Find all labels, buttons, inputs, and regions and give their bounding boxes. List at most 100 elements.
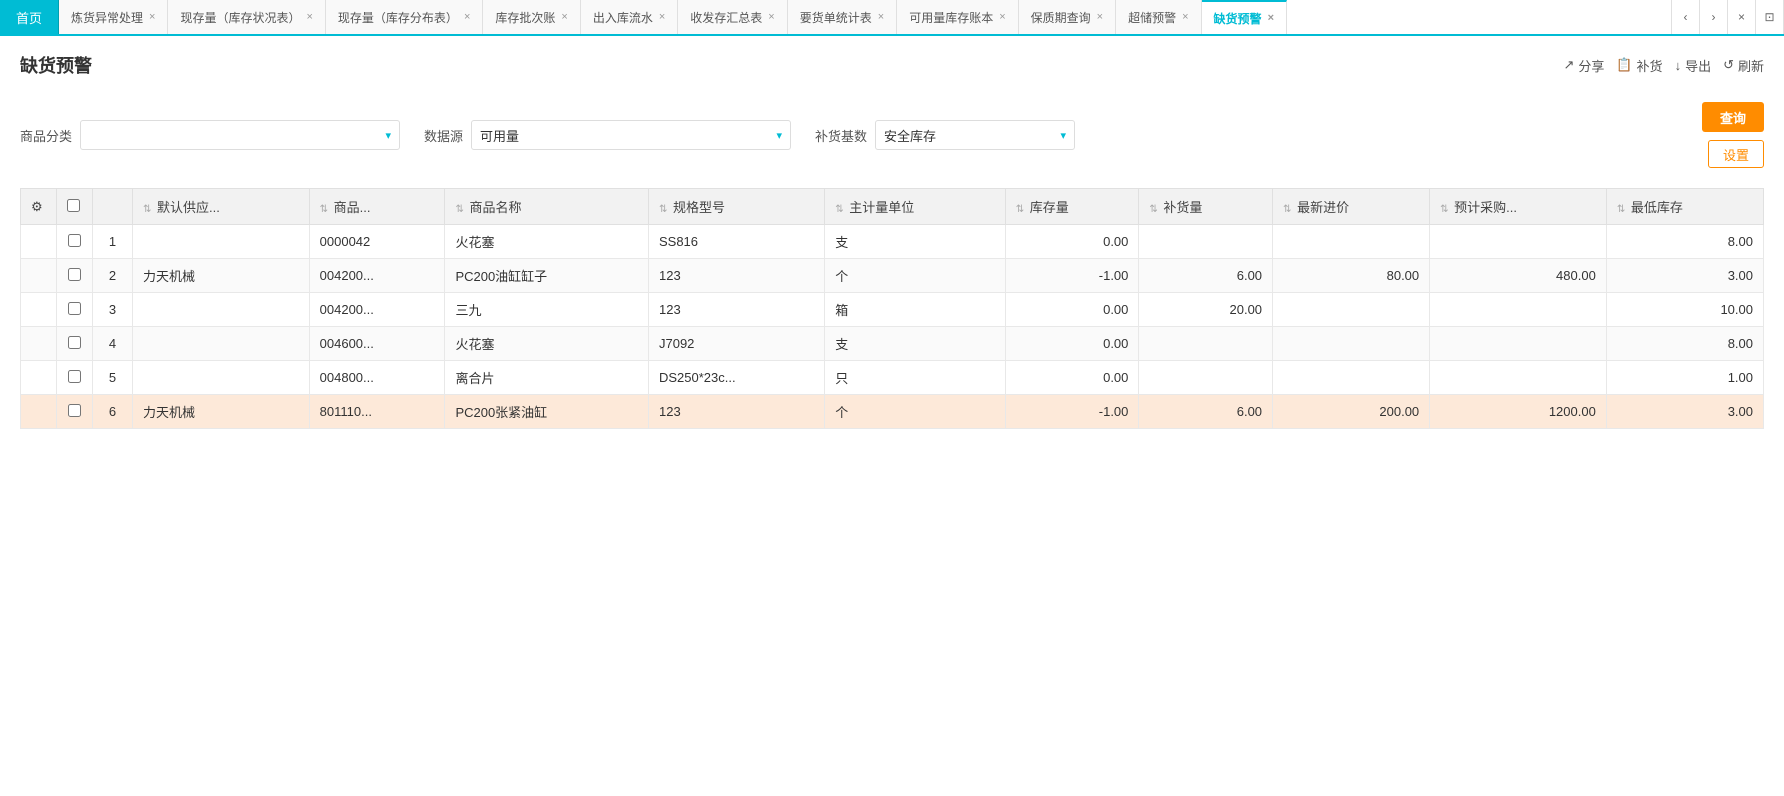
tab-item-8[interactable]: 可用量库存账本 × [897, 0, 1018, 34]
tab-item-1[interactable]: 炼货异常处理 × [59, 0, 168, 34]
tab-label-9: 保质期查询 [1031, 9, 1091, 26]
col-header-unit[interactable]: ⇅ 主计量单位 [825, 189, 1006, 225]
row-spec-4: DS250*23c... [648, 361, 824, 395]
row-num-3: 4 [93, 327, 133, 361]
row-spec-5: 123 [648, 395, 824, 429]
replenish-label: 补货 [1637, 56, 1663, 75]
row-latest-price-0 [1273, 225, 1430, 259]
col-header-est-purchase[interactable]: ⇅ 预计采购... [1430, 189, 1607, 225]
share-button[interactable]: ↗ 分享 [1563, 56, 1604, 75]
row-unit-0: 支 [825, 225, 1006, 259]
category-select[interactable]: ▾ [80, 120, 400, 150]
row-name-4: 离合片 [445, 361, 649, 395]
tab-maxrestore-btn[interactable]: ⊡ [1756, 0, 1784, 34]
tab-close-10[interactable]: × [1182, 11, 1188, 23]
row-code-1: 004200... [309, 259, 445, 293]
col-header-name[interactable]: ⇅ 商品名称 [445, 189, 649, 225]
tab-prev-btn[interactable]: ‹ [1672, 0, 1700, 34]
tab-close-3[interactable]: × [464, 11, 470, 23]
row-min-stock-1: 3.00 [1606, 259, 1763, 293]
tab-label-7: 要货单统计表 [800, 9, 872, 26]
row-min-stock-2: 10.00 [1606, 293, 1763, 327]
tab-close-9[interactable]: × [1097, 11, 1103, 23]
table-row: 1 0000042 火花塞 SS816 支 0.00 8.00 [21, 225, 1764, 259]
tab-item-2[interactable]: 现存量（库存状况表） × [168, 0, 325, 34]
export-button[interactable]: ↓ 导出 [1675, 56, 1712, 75]
row-stock-4: 0.00 [1005, 361, 1139, 395]
refresh-icon: ↺ [1723, 57, 1734, 73]
row-check-2[interactable] [57, 293, 93, 327]
row-stock-2: 0.00 [1005, 293, 1139, 327]
col-header-supplier[interactable]: ⇅ 默认供应... [133, 189, 310, 225]
tab-next-btn[interactable]: › [1700, 0, 1728, 34]
tab-close-6[interactable]: × [768, 11, 774, 23]
row-check-4[interactable] [57, 361, 93, 395]
replenish-button[interactable]: 📋 补货 [1616, 56, 1662, 75]
tab-close-5[interactable]: × [659, 11, 665, 23]
sort-icon-replenish: ⇅ [1149, 204, 1157, 215]
row-num-0: 1 [93, 225, 133, 259]
tab-item-10[interactable]: 超储预警 × [1116, 0, 1201, 34]
sort-icon-spec: ⇅ [659, 204, 667, 215]
tab-close-all-btn[interactable]: × [1728, 0, 1756, 34]
row-latest-price-1: 80.00 [1273, 259, 1430, 293]
settings-button[interactable]: 设置 [1708, 140, 1764, 168]
tab-item-5[interactable]: 出入库流水 × [581, 0, 678, 34]
row-replenish-3 [1139, 327, 1273, 361]
tab-close-1[interactable]: × [149, 11, 155, 23]
row-checkbox-1[interactable] [68, 268, 81, 281]
row-num-4: 5 [93, 361, 133, 395]
row-check-3[interactable] [57, 327, 93, 361]
tab-close-11[interactable]: × [1268, 12, 1274, 24]
page-header: 缺货预警 ↗ 分享 📋 补货 ↓ 导出 ↺ 刷新 [20, 52, 1764, 78]
tab-close-2[interactable]: × [306, 11, 312, 23]
sort-icon-code: ⇅ [320, 204, 328, 215]
row-unit-1: 个 [825, 259, 1006, 293]
row-spec-1: 123 [648, 259, 824, 293]
row-code-2: 004200... [309, 293, 445, 327]
col-header-stock[interactable]: ⇅ 库存量 [1005, 189, 1139, 225]
tab-home[interactable]: 首页 [0, 0, 59, 34]
gear-icon: ⚙ [31, 199, 43, 214]
tab-close-7[interactable]: × [878, 11, 884, 23]
row-checkbox-4[interactable] [68, 370, 81, 383]
col-header-settings[interactable]: ⚙ [21, 189, 57, 225]
col-header-latest-price[interactable]: ⇅ 最新进价 [1273, 189, 1430, 225]
row-min-stock-5: 3.00 [1606, 395, 1763, 429]
row-checkbox-5[interactable] [68, 404, 81, 417]
row-checkbox-3[interactable] [68, 336, 81, 349]
row-settings-2 [21, 293, 57, 327]
col-header-min-stock[interactable]: ⇅ 最低库存 [1606, 189, 1763, 225]
col-header-spec[interactable]: ⇅ 规格型号 [648, 189, 824, 225]
tab-item-6[interactable]: 收发存汇总表 × [678, 0, 787, 34]
table-row: 4 004600... 火花塞 J7092 支 0.00 8.00 [21, 327, 1764, 361]
tab-close-8[interactable]: × [999, 11, 1005, 23]
tab-item-7[interactable]: 要货单统计表 × [788, 0, 897, 34]
sort-icon-supplier: ⇅ [143, 204, 151, 215]
col-header-replenish[interactable]: ⇅ 补货量 [1139, 189, 1273, 225]
tab-item-4[interactable]: 库存批次账 × [483, 0, 580, 34]
row-checkbox-2[interactable] [68, 302, 81, 315]
tab-item-11[interactable]: 缺货预警 × [1202, 0, 1287, 34]
tab-item-9[interactable]: 保质期查询 × [1019, 0, 1116, 34]
category-filter: 商品分类 ▾ [20, 120, 400, 150]
row-est-purchase-4 [1430, 361, 1607, 395]
row-supplier-5: 力天机械 [133, 395, 310, 429]
category-label: 商品分类 [20, 126, 72, 145]
tab-item-3[interactable]: 现存量（库存分布表） × [326, 0, 483, 34]
col-header-check[interactable] [57, 189, 93, 225]
replenish-base-select[interactable]: 安全库存 ▾ [875, 120, 1075, 150]
datasource-select[interactable]: 可用量 ▾ [471, 120, 791, 150]
refresh-button[interactable]: ↺ 刷新 [1723, 56, 1764, 75]
row-check-1[interactable] [57, 259, 93, 293]
row-settings-4 [21, 361, 57, 395]
row-check-0[interactable] [57, 225, 93, 259]
select-all-checkbox[interactable] [67, 199, 80, 212]
col-header-code[interactable]: ⇅ 商品... [309, 189, 445, 225]
query-button[interactable]: 查询 [1702, 102, 1764, 132]
tab-close-4[interactable]: × [561, 11, 567, 23]
row-checkbox-0[interactable] [68, 234, 81, 247]
row-check-5[interactable] [57, 395, 93, 429]
table-header-row: ⚙ ⇅ 默认供应... ⇅ 商品... ⇅ 商品名称 [21, 189, 1764, 225]
refresh-label: 刷新 [1738, 56, 1764, 75]
